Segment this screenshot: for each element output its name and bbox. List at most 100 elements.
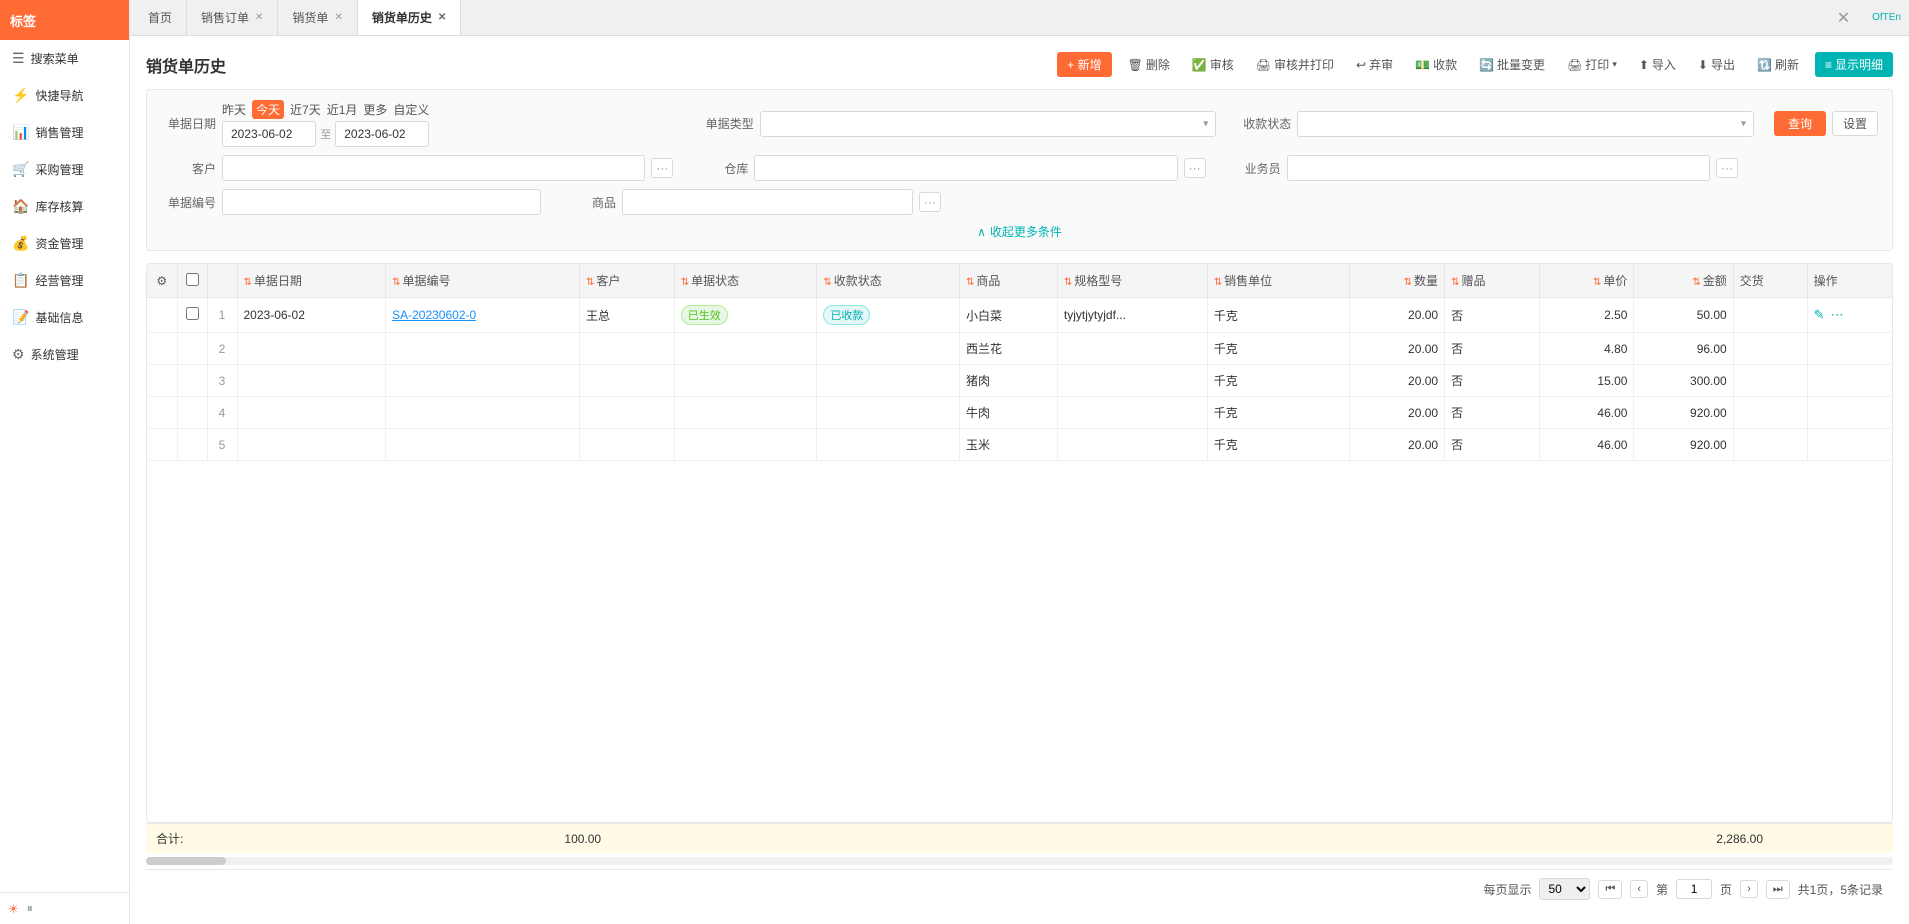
td-checkbox[interactable] xyxy=(177,429,207,461)
th-doc-date[interactable]: ⇅单据日期 xyxy=(237,264,386,298)
audit-button[interactable]: ✅ 审核 xyxy=(1186,53,1240,76)
th-spec-type[interactable]: ⇅规格型号 xyxy=(1057,264,1207,298)
th-unit-price[interactable]: ⇅单价 xyxy=(1539,264,1634,298)
print-button[interactable]: 🖨 打印 ▾ xyxy=(1561,53,1623,76)
last-page-button[interactable]: ⏭ xyxy=(1766,880,1790,899)
sidebar-item-quick-nav[interactable]: ⚡ 快捷导航 xyxy=(0,77,129,114)
collect-button[interactable]: 💵 收款 xyxy=(1409,53,1463,76)
abandon-button[interactable]: ↩ 弃审 xyxy=(1350,53,1399,76)
filter-doc-no-input[interactable] xyxy=(222,189,541,215)
td-goods: 玉米 xyxy=(959,429,1057,461)
tab-bar: 首页 销售订单 ✕ 销货单 ✕ 销货单历史 ✕ ✕ OfTEn xyxy=(130,0,1909,36)
sidebar-item-sales-mgmt[interactable]: 📊 销售管理 xyxy=(0,114,129,151)
td-checkbox[interactable] xyxy=(177,333,207,365)
filter-customer-input[interactable] xyxy=(222,155,645,181)
sidebar-item-ops-mgmt[interactable]: 📋 经营管理 xyxy=(0,262,129,299)
tab-delivery[interactable]: 销货单 ✕ xyxy=(278,0,357,35)
sidebar-bottom-icon2[interactable]: ⏸ xyxy=(27,901,33,916)
tab-delivery-history-close[interactable]: ✕ xyxy=(438,12,446,23)
td-doc-status xyxy=(674,365,817,397)
query-button[interactable]: 查询 xyxy=(1774,111,1826,136)
settings-button[interactable]: 设置 xyxy=(1832,111,1878,136)
th-gift[interactable]: ⇅赠品 xyxy=(1445,264,1540,298)
th-sales-unit[interactable]: ⇅销售单位 xyxy=(1207,264,1350,298)
filter-goods-ellipsis[interactable]: ··· xyxy=(919,192,941,212)
date-btn-today[interactable]: 今天 xyxy=(252,100,284,119)
next-page-button[interactable]: › xyxy=(1740,880,1758,898)
date-to-input[interactable]: 2023-06-02 xyxy=(335,121,429,147)
filter-goods-input[interactable] xyxy=(622,189,913,215)
tab-home[interactable]: 首页 xyxy=(134,0,187,35)
sidebar-item-inventory-calc[interactable]: 🏠 库存核算 xyxy=(0,188,129,225)
date-btn-7days[interactable]: 近7天 xyxy=(290,101,321,118)
tab-sales-order-close[interactable]: ✕ xyxy=(255,12,263,23)
date-btn-more[interactable]: 更多 xyxy=(363,101,387,118)
th-customer[interactable]: ⇅客户 xyxy=(580,264,675,298)
sidebar-item-capital-mgmt[interactable]: 💰 资金管理 xyxy=(0,225,129,262)
brand-label: OfTEn xyxy=(1864,12,1909,23)
th-quantity[interactable]: ⇅数量 xyxy=(1350,264,1445,298)
collapse-button[interactable]: ∧ 收起更多条件 xyxy=(161,223,1878,240)
batch-change-button[interactable]: 🔄 批量变更 xyxy=(1473,53,1551,76)
page-size-select[interactable]: 50 100 xyxy=(1539,878,1590,900)
td-customer xyxy=(580,333,675,365)
date-from-input[interactable]: 2023-06-02 xyxy=(222,121,316,147)
td-doc-no[interactable] xyxy=(386,365,580,397)
refresh-button[interactable]: 🔃 刷新 xyxy=(1751,53,1805,76)
filter-staff-input[interactable] xyxy=(1287,155,1710,181)
delete-button[interactable]: 🗑 删除 xyxy=(1122,53,1176,76)
td-amount: 50.00 xyxy=(1634,298,1733,333)
th-gear[interactable]: ⚙ xyxy=(147,264,177,298)
import-button[interactable]: ⬆ 导入 xyxy=(1633,53,1682,76)
table-row: 3 猪肉 千克 20.00 否 15.00 300.00 xyxy=(147,365,1892,397)
doc-no-link[interactable]: SA-20230602-0 xyxy=(392,308,476,322)
filter-pay-status-select[interactable] xyxy=(1297,111,1754,137)
audit-print-button[interactable]: 🖨 审核并打印 xyxy=(1250,53,1340,76)
table-scrollbar[interactable] xyxy=(146,857,1893,865)
td-checkbox[interactable] xyxy=(177,397,207,429)
td-checkbox[interactable] xyxy=(177,365,207,397)
filter-warehouse-input[interactable] xyxy=(754,155,1177,181)
th-doc-status[interactable]: ⇅单据状态 xyxy=(674,264,817,298)
sidebar-item-search-menu[interactable]: ☰ 搜索菜单 xyxy=(0,40,129,77)
tab-delivery-history[interactable]: 销货单历史 ✕ xyxy=(358,0,461,35)
th-goods[interactable]: ⇅商品 xyxy=(959,264,1057,298)
date-btn-1month[interactable]: 近1月 xyxy=(327,101,358,118)
sidebar-item-sys-mgmt[interactable]: ⚙ 系统管理 xyxy=(0,336,129,373)
select-all-checkbox[interactable] xyxy=(186,273,199,286)
filter-staff-ellipsis[interactable]: ··· xyxy=(1716,158,1738,178)
show-detail-button[interactable]: ≡ 显示明细 xyxy=(1815,52,1893,77)
first-page-button[interactable]: ⏮ xyxy=(1598,880,1622,899)
td-doc-no[interactable]: SA-20230602-0 xyxy=(386,298,580,333)
th-pay-status[interactable]: ⇅收款状态 xyxy=(817,264,960,298)
prev-page-button[interactable]: ‹ xyxy=(1630,880,1648,898)
table-scroll-thumb[interactable] xyxy=(146,857,226,865)
date-btn-yesterday[interactable]: 昨天 xyxy=(222,101,246,118)
th-index xyxy=(207,264,237,298)
filter-warehouse-ellipsis[interactable]: ··· xyxy=(1184,158,1206,178)
export-button[interactable]: ⬇ 导出 xyxy=(1692,53,1741,76)
th-transaction[interactable]: 交货 xyxy=(1733,264,1807,298)
filter-customer-ellipsis[interactable]: ··· xyxy=(651,158,673,178)
sidebar-bottom-icon1[interactable]: ☀ xyxy=(8,902,19,916)
td-unit-price: 15.00 xyxy=(1539,365,1634,397)
sidebar-item-basic-info[interactable]: 📝 基础信息 xyxy=(0,299,129,336)
th-doc-no[interactable]: ⇅单据编号 xyxy=(386,264,580,298)
th-amount[interactable]: ⇅金额 xyxy=(1634,264,1733,298)
td-doc-no[interactable] xyxy=(386,397,580,429)
row-checkbox[interactable] xyxy=(186,307,199,320)
sidebar-item-purchase-mgmt[interactable]: 🛒 采购管理 xyxy=(0,151,129,188)
tab-delivery-close[interactable]: ✕ xyxy=(334,12,342,23)
date-btn-custom[interactable]: 自定义 xyxy=(393,101,429,118)
td-checkbox[interactable] xyxy=(177,298,207,333)
edit-icon[interactable]: ✎ xyxy=(1814,307,1825,323)
filter-doc-type-select[interactable] xyxy=(760,111,1217,137)
tab-bar-close-all[interactable]: ✕ xyxy=(1827,8,1860,28)
tab-sales-order[interactable]: 销售订单 ✕ xyxy=(187,0,278,35)
th-checkbox[interactable] xyxy=(177,264,207,298)
td-doc-no[interactable] xyxy=(386,333,580,365)
new-button[interactable]: + 新增 xyxy=(1057,52,1111,77)
page-number-input[interactable] xyxy=(1676,879,1712,899)
td-doc-no[interactable] xyxy=(386,429,580,461)
more-icon[interactable]: ⋯ xyxy=(1831,307,1844,323)
